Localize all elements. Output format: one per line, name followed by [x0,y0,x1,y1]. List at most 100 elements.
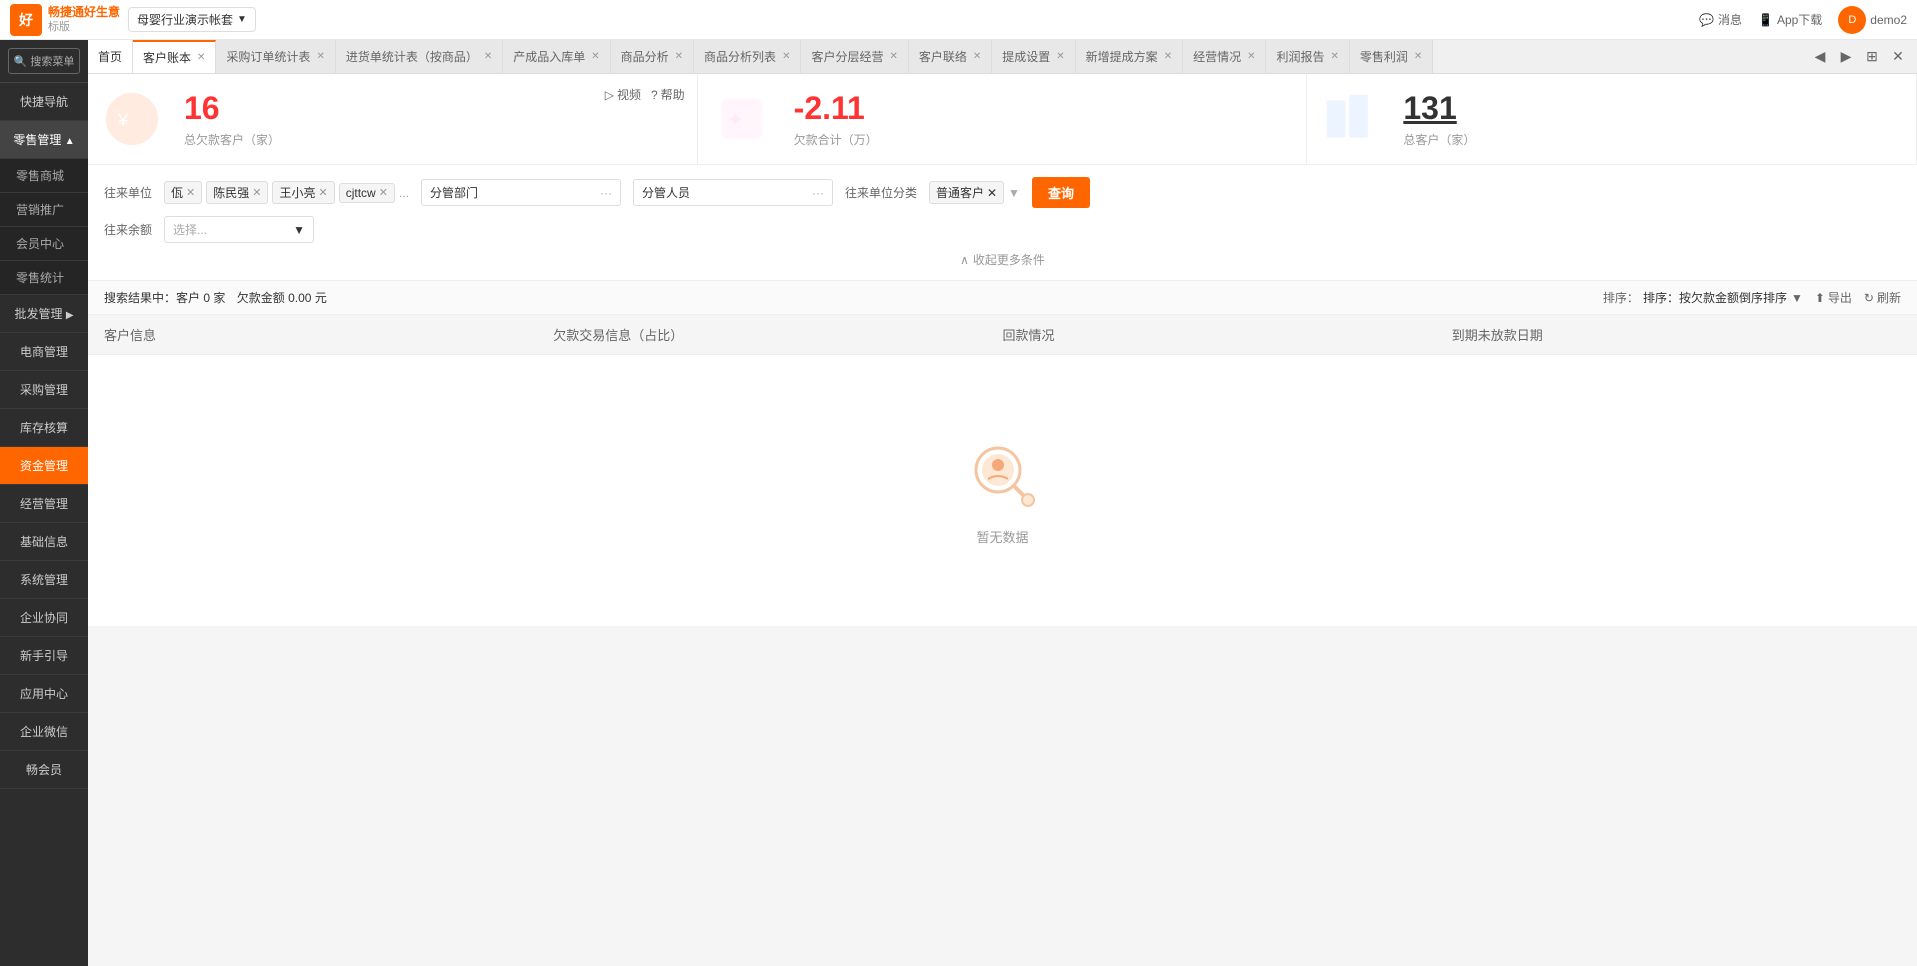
tab-scroll-right[interactable]: ▶ [1835,46,1857,68]
stat-info-debt: -2.11 欠款合计（万） [794,90,878,148]
chevron-down-icon: ▼ [237,14,247,25]
sidebar-item-capital[interactable]: 资金管理 [0,447,88,485]
tab-purchase-order-stat[interactable]: 采购订单统计表 ✕ [216,40,335,74]
tab-close-icon[interactable]: ✕ [889,51,897,62]
result-actions: 排序： 排序：按欠款金额倒序排序 ▼ ⬆ 导出 ↻ 刷新 [1603,289,1901,306]
tab-customer-contact[interactable]: 客户联络 ✕ [909,40,992,74]
tab-close-icon[interactable]: ✕ [316,51,324,62]
download-icon: 📱 [1758,13,1773,27]
unit-filter-tags: 佤 ✕ 陈民强 ✕ 王小亮 ✕ [164,181,409,204]
tab-profit-report[interactable]: 利润报告 ✕ [1266,40,1349,74]
tab-goods-analysis-list[interactable]: 商品分析列表 ✕ [694,40,801,74]
tab-close-icon[interactable]: ✕ [1247,51,1255,62]
tab-close-icon[interactable]: ✕ [591,51,599,62]
tab-goods-analysis[interactable]: 商品分析 ✕ [611,40,694,74]
stat-info-customers: 16 总欠款客户（家） [184,90,280,148]
tab-retail-profit[interactable]: 零售利润 ✕ [1350,40,1433,74]
sidebar-item-enterprise-wechat[interactable]: 企业微信 [0,713,88,751]
filter-more-tags[interactable]: ... [399,186,409,200]
stat-info-total: 131 总客户（家） [1403,90,1475,148]
messages-button[interactable]: 💬 消息 [1699,11,1742,28]
sidebar-item-member-center[interactable]: 会员中心 [0,227,88,261]
sidebar-item-inventory[interactable]: 库存核算 [0,409,88,447]
tab-close-icon[interactable]: ✕ [782,51,790,62]
sidebar-item-basic-info[interactable]: 基础信息 [0,523,88,561]
stat-label-debt: 欠款合计（万） [794,131,878,148]
tab-close-icon[interactable]: ✕ [1056,51,1064,62]
sidebar-item-purchase[interactable]: 采购管理 [0,371,88,409]
sort-selector[interactable]: 排序： 排序：按欠款金额倒序排序 ▼ [1603,289,1803,306]
tab-bar: 首页 客户账本 ✕ 采购订单统计表 ✕ 进货单统计表（按商品） ✕ 产成品入库单… [88,40,1917,74]
remove-tag-chenminqiang[interactable]: ✕ [252,186,261,199]
filter-tag-wa: 佤 ✕ [164,181,202,204]
dept-selector[interactable]: 分管部门 ··· [421,179,621,206]
sidebar-item-operations[interactable]: 经营管理 [0,485,88,523]
tab-purchase-stat[interactable]: 进货单统计表（按商品） ✕ [336,40,503,74]
empty-text: 暂无数据 [976,527,1028,546]
query-button[interactable]: 查询 [1032,177,1090,208]
main-area: 🔍 搜索菜单 零售管理 快捷导航 零售管理 ▲ 零售商城 营销推广 会员中心 [0,40,1917,966]
collapse-button[interactable]: ∧ 收起更多条件 [960,251,1045,268]
content-area: 首页 客户账本 ✕ 采购订单统计表 ✕ 进货单统计表（按商品） ✕ 产成品入库单… [88,40,1917,966]
tab-close-icon[interactable]: ✕ [675,51,683,62]
tab-customer-layer[interactable]: 客户分层经营 ✕ [801,40,908,74]
tab-promotion-settings[interactable]: 提成设置 ✕ [992,40,1075,74]
video-link[interactable]: ▷ 视频 [605,86,641,103]
tab-home[interactable]: 首页 [88,40,133,74]
video-help-area: ▷ 视频 ? 帮助 [605,86,685,103]
tab-close-icon[interactable]: ✕ [1414,51,1422,62]
tab-close-icon[interactable]: ✕ [197,52,205,63]
tab-close-icon[interactable]: ✕ [1164,51,1172,62]
sidebar-item-system[interactable]: 系统管理 [0,561,88,599]
sidebar-item-ecommerce[interactable]: 电商管理 [0,333,88,371]
classify-chevron-down-icon[interactable]: ▼ [1008,186,1020,200]
remove-tag-cjttcw[interactable]: ✕ [379,186,388,199]
sidebar-item-marketing[interactable]: 营销推广 [0,193,88,227]
tab-close-icon[interactable]: ✕ [484,51,492,62]
tab-product-inbound[interactable]: 产成品入库单 ✕ [503,40,610,74]
tab-close-all[interactable]: ✕ [1887,46,1909,68]
balance-filter-label: 往来余额 [104,221,152,238]
sidebar-item-enterprise-collab[interactable]: 企业协同 [0,599,88,637]
sidebar-item-quick-nav[interactable]: 零售管理 快捷导航 [0,83,88,121]
person-selector[interactable]: 分管人员 ··· [633,179,833,206]
tab-customer-capital[interactable]: 客户账本 ✕ [133,40,216,74]
stat-value-customers: 16 [184,90,280,127]
help-link[interactable]: ? 帮助 [651,86,685,103]
search-menu-button[interactable]: 🔍 搜索菜单 [8,48,80,74]
export-button[interactable]: ⬆ 导出 [1815,289,1852,306]
result-bar: 搜索结果中：客户 0 家 欠款金额 0.00 元 排序： 排序：按欠款金额倒序排… [88,281,1917,315]
tab-close-icon[interactable]: ✕ [973,51,981,62]
empty-state: 暂无数据 [88,355,1917,626]
sidebar-item-retail-stats[interactable]: 零售统计 [0,261,88,295]
remove-tag-wangxiaoliang[interactable]: ✕ [319,186,328,199]
app-download-button[interactable]: 📱 App下载 [1758,11,1822,28]
classify-filter-label: 往来单位分类 [845,184,917,201]
refresh-button[interactable]: ↻ 刷新 [1864,289,1901,306]
sidebar-item-retail[interactable]: 零售管理 ▲ [0,121,88,159]
sidebar-item-retail-mall[interactable]: 零售商城 [0,159,88,193]
tab-scroll-left[interactable]: ◀ [1809,46,1831,68]
account-selector[interactable]: 母婴行业演示帐套 ▼ [128,7,256,32]
tab-new-promotion[interactable]: 新增提成方案 ✕ [1076,40,1183,74]
sidebar-item-batch-mgmt[interactable]: 批发管理 ▶ [0,295,88,333]
sidebar-item-vip-member[interactable]: 畅会员 [0,751,88,789]
person-more-icon: ··· [812,186,824,200]
tab-expand[interactable]: ⊞ [1861,46,1883,68]
remove-tag-wa[interactable]: ✕ [186,186,195,199]
stat-card-customers: ¥ 16 总欠款客户（家） ▷ 视频 [88,74,698,164]
remove-classify-normal[interactable]: ✕ [987,186,997,200]
tab-business-situation[interactable]: 经营情况 ✕ [1183,40,1266,74]
logo-icon: 好 [10,4,42,36]
user-profile[interactable]: D demo2 [1838,6,1907,34]
sidebar-item-new-guide[interactable]: 新手引导 [0,637,88,675]
tab-close-icon[interactable]: ✕ [1331,51,1339,62]
filter-tag-wangxiaoliangr: 王小亮 ✕ [272,181,334,204]
stat-value-debt: -2.11 [794,90,878,127]
chevron-right-icon: ▶ [66,310,74,321]
balance-selector[interactable]: 选择... ▼ [164,216,314,243]
top-bar-right: 💬 消息 📱 App下载 D demo2 [1699,6,1907,34]
sidebar-item-app-center[interactable]: 应用中心 [0,675,88,713]
page-content: ¥ 16 总欠款客户（家） ▷ 视频 [88,74,1917,966]
classify-tag-normal: 普通客户 ✕ [929,181,1004,204]
